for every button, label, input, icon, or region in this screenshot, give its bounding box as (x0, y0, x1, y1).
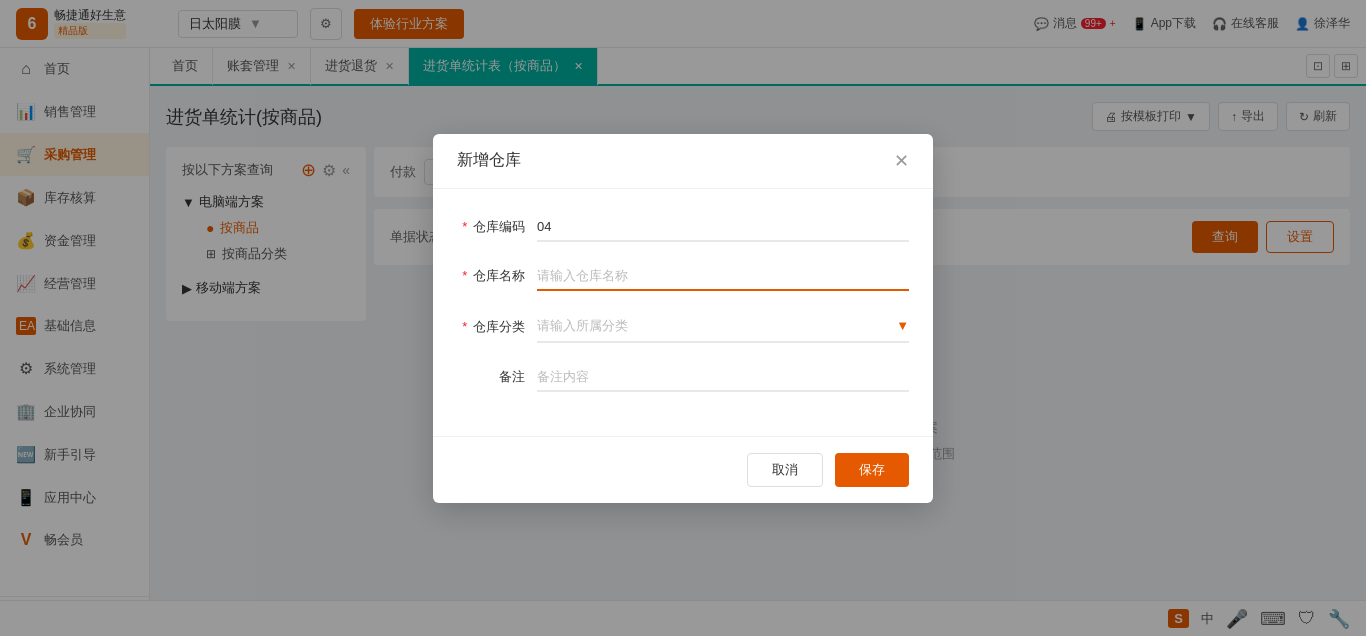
modal-body: * 仓库编码 * 仓库名称 * (433, 189, 933, 436)
cat-required-mark: * (462, 319, 467, 334)
warehouse-name-row: * 仓库名称 (457, 262, 909, 291)
warehouse-note-label: 备注 (457, 368, 537, 386)
warehouse-category-row: * 仓库分类 请输入所属分类 ▼ (457, 311, 909, 343)
warehouse-code-label: * 仓库编码 (457, 218, 537, 236)
warehouse-name-label: * 仓库名称 (457, 267, 537, 285)
category-placeholder: 请输入所属分类 (537, 317, 628, 335)
modal-overlay: 新增仓库 ✕ * 仓库编码 * 仓库名称 (0, 0, 1366, 636)
warehouse-name-input-wrap (537, 262, 909, 291)
warehouse-code-input[interactable] (537, 213, 909, 242)
modal-close-button[interactable]: ✕ (894, 150, 909, 172)
code-required-mark: * (462, 219, 467, 234)
warehouse-note-input-wrap (537, 363, 909, 392)
cancel-button[interactable]: 取消 (747, 453, 823, 487)
warehouse-category-select[interactable]: 请输入所属分类 ▼ (537, 311, 909, 343)
warehouse-code-input-wrap (537, 213, 909, 242)
warehouse-note-input[interactable] (537, 363, 909, 392)
modal-header: 新增仓库 ✕ (433, 134, 933, 189)
warehouse-note-row: 备注 (457, 363, 909, 392)
modal-title: 新增仓库 (457, 150, 521, 171)
category-arrow-icon: ▼ (896, 318, 909, 333)
save-button[interactable]: 保存 (835, 453, 909, 487)
warehouse-category-label: * 仓库分类 (457, 318, 537, 336)
warehouse-code-row: * 仓库编码 (457, 213, 909, 242)
warehouse-category-input-wrap: 请输入所属分类 ▼ (537, 311, 909, 343)
name-required-mark: * (462, 268, 467, 283)
modal-footer: 取消 保存 (433, 436, 933, 503)
add-warehouse-modal: 新增仓库 ✕ * 仓库编码 * 仓库名称 (433, 134, 933, 503)
warehouse-name-input[interactable] (537, 262, 909, 291)
